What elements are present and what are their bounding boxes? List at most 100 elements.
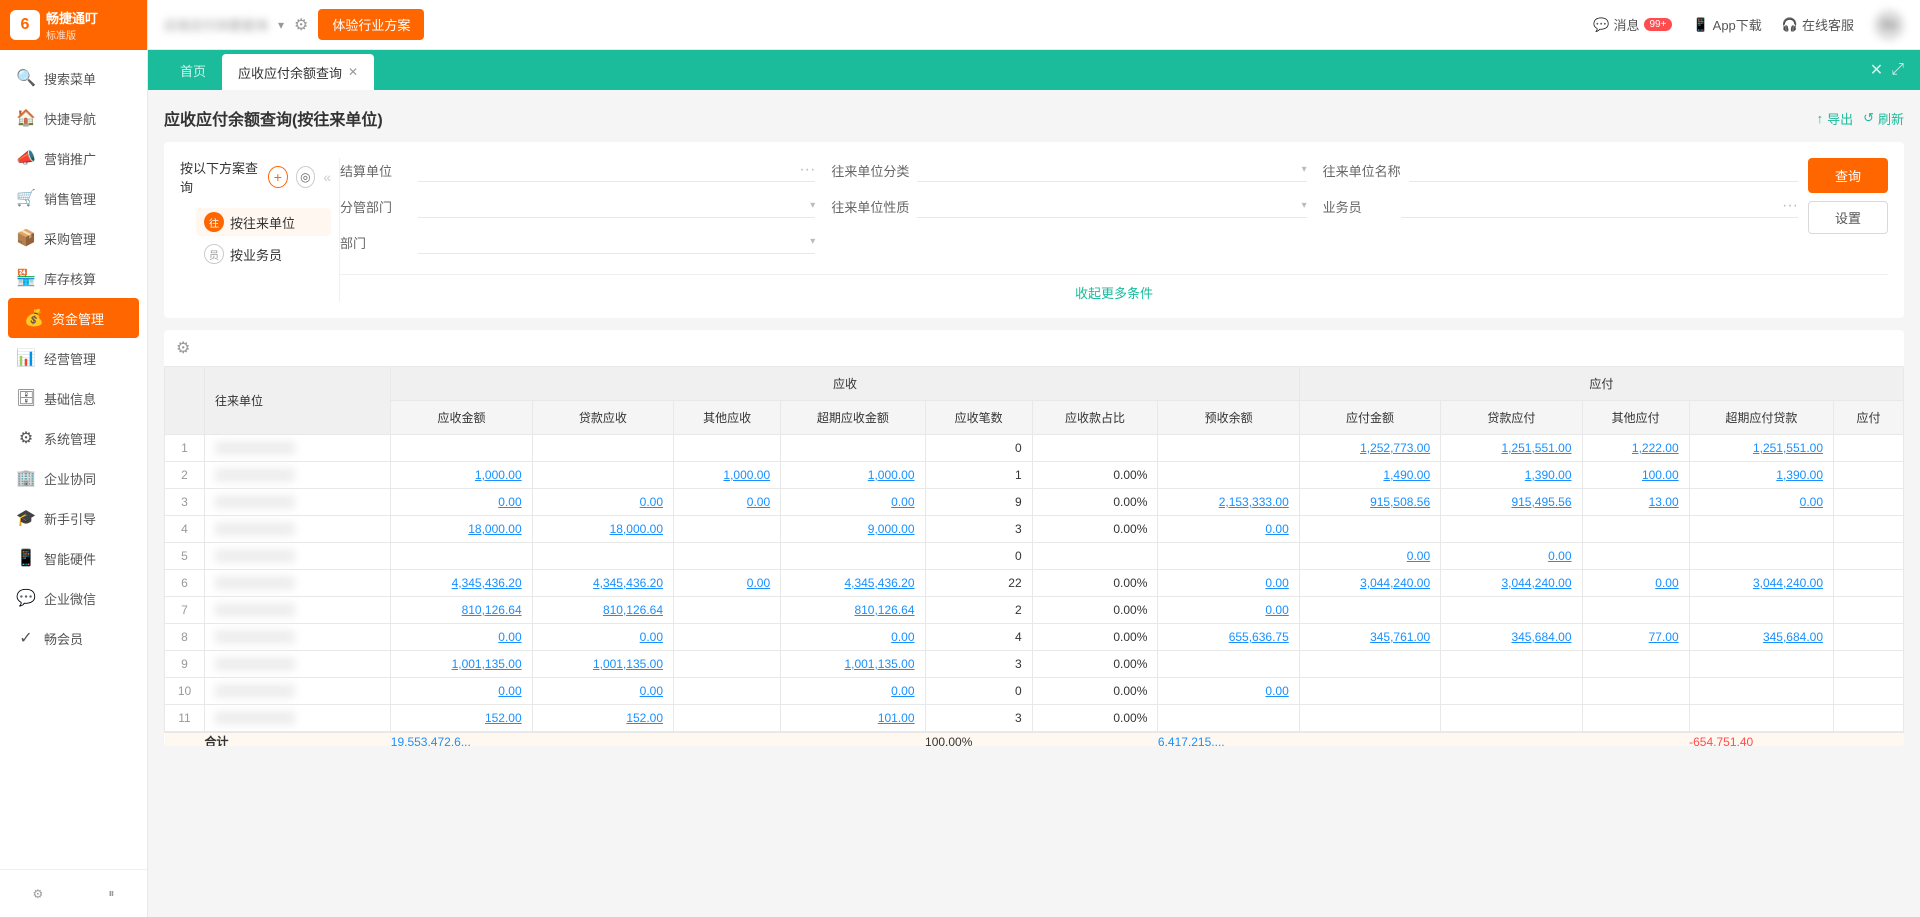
tab-close-icon[interactable]: ✕ — [348, 65, 358, 79]
sidebar-item-wechat[interactable]: 💬企业微信 — [0, 578, 147, 618]
sidebar-item-inventory[interactable]: 🏪库存核算 — [0, 258, 147, 298]
cell-other_recv — [674, 597, 781, 624]
dept-managed-chevron-icon: ▾ — [810, 200, 815, 211]
promo-button[interactable]: 体验行业方案 — [318, 9, 424, 40]
filter-target-btn[interactable]: ◎ — [296, 166, 316, 188]
filter-collapse-icon[interactable]: « — [323, 169, 331, 185]
cell-other_recv — [674, 678, 781, 705]
unit-nature-select[interactable] — [917, 194, 1301, 217]
sidebar-item-hardware[interactable]: 📱智能硬件 — [0, 538, 147, 578]
tab-bar: 首页 应收应付余额查询 ✕ ✕ ⤢ — [148, 50, 1920, 90]
tab-home[interactable]: 首页 — [164, 50, 222, 90]
sidebar-label-marketing: 营销推广 — [44, 149, 96, 168]
sidebar-label-basic: 基础信息 — [44, 389, 96, 408]
cell-prepay_bal: 0.00 — [1158, 570, 1299, 597]
unit-name-input[interactable] — [1409, 158, 1798, 182]
cell-loan_recv: 0.00 — [532, 624, 673, 651]
online-service-btn[interactable]: 🎧 在线客服 — [1782, 15, 1854, 34]
cell-seq: 5 — [165, 543, 205, 570]
cell-overdue_recv: 1,001,135.00 — [781, 651, 925, 678]
user-avatar[interactable]: Rit — [1874, 10, 1904, 40]
sidebar-item-sales[interactable]: 🛒销售管理 — [0, 178, 147, 218]
cell-pay_amt: 915,508.56 — [1299, 489, 1440, 516]
th-loan-recv: 贷款应收 — [532, 401, 673, 435]
settlement-dots-btn[interactable]: ··· — [799, 161, 815, 179]
table-row: 9 1,001,135.001,001,135.001,001,135.0030… — [165, 651, 1904, 678]
staff-input[interactable] — [1401, 194, 1782, 217]
sidebar-item-purchase[interactable]: 📦采购管理 — [0, 218, 147, 258]
cell-pay_amt: 0.00 — [1299, 543, 1440, 570]
filter-option-by-staff[interactable]: 员 按业务员 — [196, 240, 331, 268]
setting-button[interactable]: 设置 — [1808, 201, 1888, 234]
th-recv-pct: 应收款占比 — [1032, 401, 1158, 435]
cell-pay_extra — [1834, 489, 1904, 516]
more-conditions-btn[interactable]: 收起更多条件 — [1075, 286, 1153, 301]
sidebar-collapse-btn[interactable]: ⏸ — [98, 880, 124, 907]
query-button[interactable]: 查询 — [1808, 158, 1888, 193]
sidebar-item-marketing[interactable]: 📣营销推广 — [0, 138, 147, 178]
cell-unit — [205, 435, 391, 462]
sidebar-item-finance[interactable]: 💰资金管理 — [8, 298, 139, 338]
footer-label — [165, 732, 205, 746]
dept-select[interactable] — [418, 230, 810, 253]
sidebar-icon-search: 🔍 — [16, 68, 36, 88]
table-scroll-wrapper[interactable]: 往来单位 应收 应付 应收金额 贷款应收 其他应收 超期应收金额 应收笔数 应收… — [164, 366, 1904, 746]
app-download-btn[interactable]: 📱 App下载 — [1692, 15, 1761, 34]
cell-recv_count: 3 — [925, 516, 1032, 543]
sidebar-label-wechat: 企业微信 — [44, 589, 96, 608]
sidebar-item-member[interactable]: ✓畅会员 — [0, 618, 147, 658]
cell-overdue_recv: 0.00 — [781, 624, 925, 651]
cell-recv_pct — [1032, 543, 1158, 570]
cell-overdue_pay — [1689, 651, 1833, 678]
filter-add-scheme-btn[interactable]: + — [268, 166, 288, 188]
cell-loan_pay — [1441, 678, 1582, 705]
sidebar-item-nav[interactable]: 🏠快捷导航 — [0, 98, 147, 138]
sidebar-item-search[interactable]: 🔍 搜索菜单 — [0, 58, 147, 98]
table-row: 7 810,126.64810,126.64810,126.6420.00%0.… — [165, 597, 1904, 624]
data-table-container: ⚙ 往来单位 应收 应付 应收金额 贷款应收 其他应收 — [164, 330, 1904, 746]
sidebar-item-operation[interactable]: 📊经营管理 — [0, 338, 147, 378]
cell-seq: 6 — [165, 570, 205, 597]
refresh-button[interactable]: ↺ 刷新 — [1863, 109, 1904, 128]
footer-other-pay — [1582, 732, 1689, 746]
cell-recv_count: 1 — [925, 462, 1032, 489]
sidebar-item-system[interactable]: ⚙系统管理 — [0, 418, 147, 458]
table-row: 3 0.000.000.000.0090.00%2,153,333.00915,… — [165, 489, 1904, 516]
sidebar-label-search: 搜索菜单 — [44, 69, 96, 88]
tab-arbal[interactable]: 应收应付余额查询 ✕ — [222, 54, 374, 90]
staff-dots-btn[interactable]: ··· — [1782, 197, 1798, 215]
cell-other_pay — [1582, 651, 1689, 678]
cell-recv_count: 0 — [925, 678, 1032, 705]
sidebar-item-guide[interactable]: 🎓新手引导 — [0, 498, 147, 538]
filter-field-unit-category: 往来单位分类 ▾ — [831, 158, 1306, 182]
table-group-header-row: 往来单位 应收 应付 — [165, 367, 1904, 401]
app-icon: 📱 — [1692, 17, 1708, 33]
message-icon: 💬 — [1593, 17, 1609, 33]
cell-overdue_recv — [781, 543, 925, 570]
cell-prepay_bal — [1158, 462, 1299, 489]
sidebar-bottom: ⚙ ⏸ — [0, 869, 147, 917]
cell-recv_amt: 1,000.00 — [391, 462, 532, 489]
filter-option-by-unit[interactable]: 往 按往来单位 — [196, 208, 331, 236]
footer-overdue-recv — [781, 732, 925, 746]
header-dropdown-icon[interactable]: ▾ — [278, 18, 284, 32]
messages-btn[interactable]: 💬 消息 99+ — [1593, 15, 1672, 34]
tab-expand-icon[interactable]: ⤢ — [1891, 61, 1904, 79]
table-settings-icon[interactable]: ⚙ — [176, 338, 190, 358]
settlement-unit-input[interactable] — [418, 158, 799, 181]
export-button[interactable]: ↑ 导出 — [1817, 109, 1854, 128]
tab-close-all-icon[interactable]: ✕ — [1870, 60, 1883, 80]
sidebar: 6 畅捷通叮 标准版 🔍搜索菜单🏠快捷导航📣营销推广🛒销售管理📦采购管理🏪库存核… — [0, 0, 148, 917]
sidebar-item-corp[interactable]: 🏢企业协同 — [0, 458, 147, 498]
cell-prepay_bal — [1158, 705, 1299, 733]
unit-category-select[interactable] — [917, 158, 1301, 181]
header-gear-icon[interactable]: ⚙ — [294, 15, 308, 35]
th-pay-amt: 应付金额 — [1299, 401, 1440, 435]
sidebar-icon-operation: 📊 — [16, 348, 36, 368]
dept-managed-select[interactable] — [418, 194, 810, 217]
sidebar-settings-btn[interactable]: ⚙ — [23, 880, 54, 907]
cell-overdue_recv: 0.00 — [781, 678, 925, 705]
query-area: 查询 设置 — [1798, 158, 1888, 266]
page-actions: ↑ 导出 ↺ 刷新 — [1817, 109, 1904, 128]
sidebar-item-basic[interactable]: 🗄基础信息 — [0, 378, 147, 418]
